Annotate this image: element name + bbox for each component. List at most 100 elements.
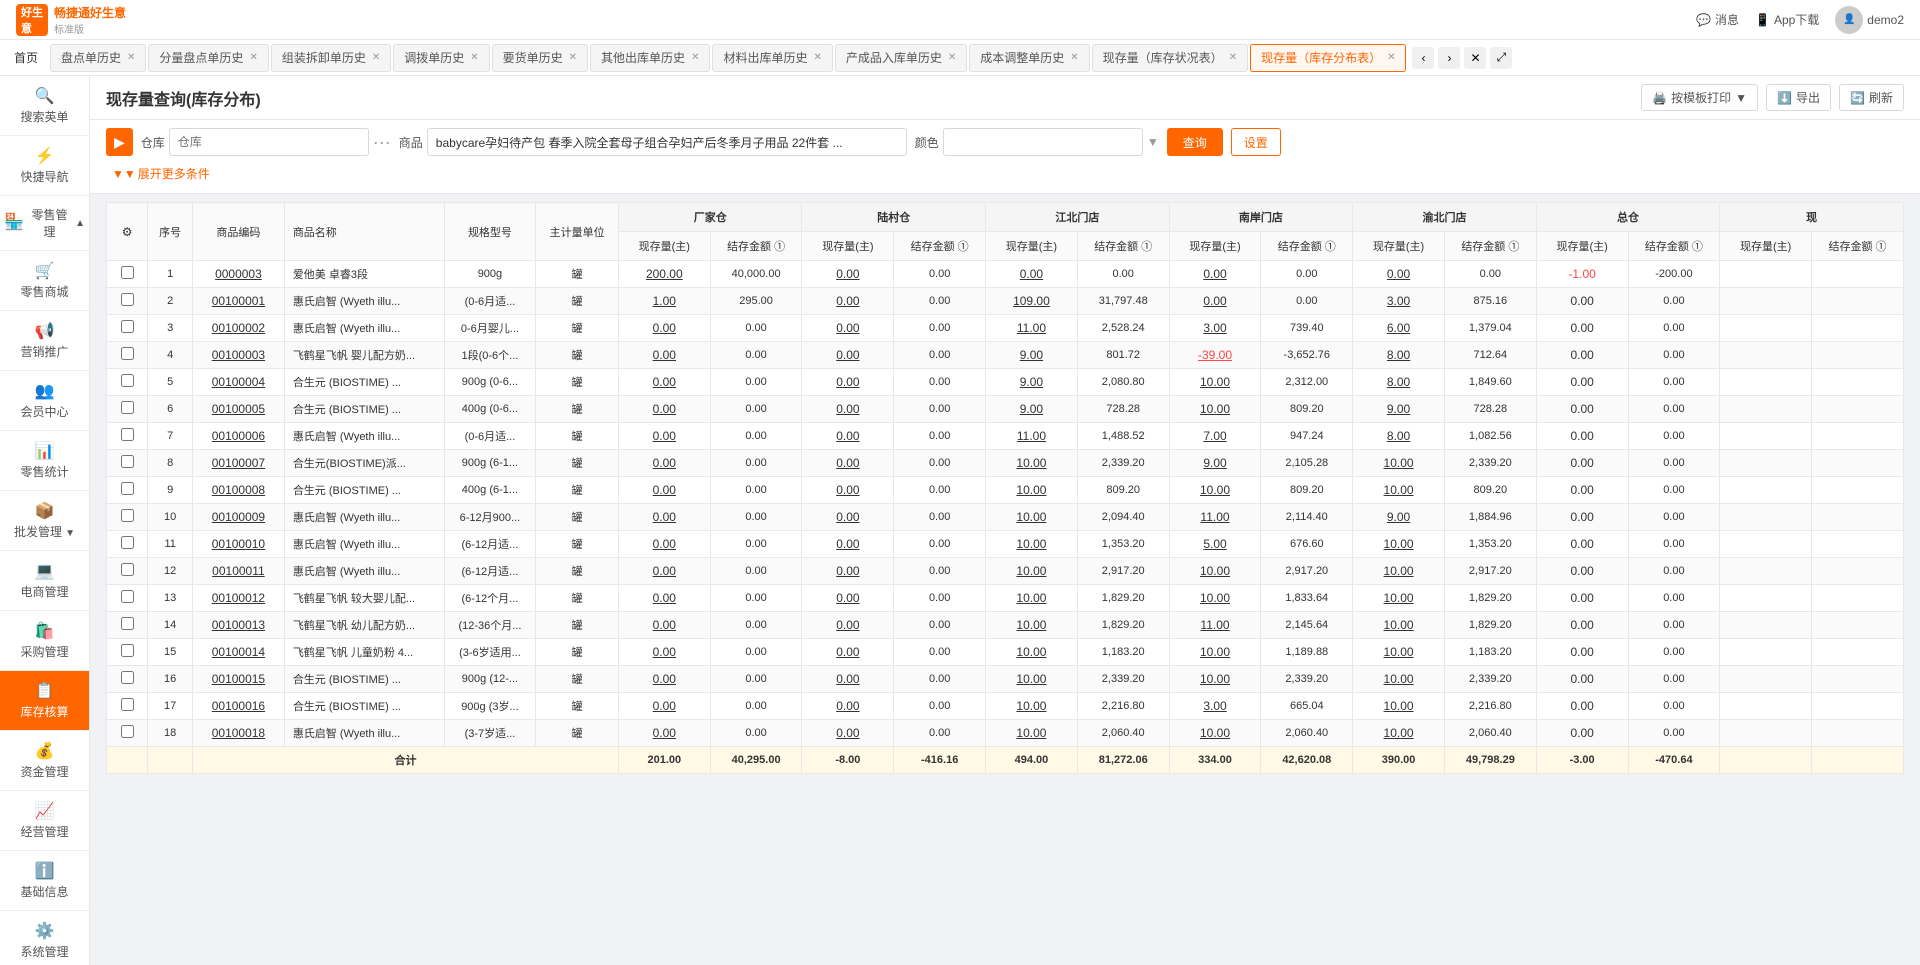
row-unit: 罐 [536,558,619,585]
row-checkbox[interactable] [107,369,148,396]
row-checkbox[interactable] [107,585,148,612]
sidebar-item-retail-mall[interactable]: 🛒 零售商城 [0,251,89,311]
row-checkbox[interactable] [107,450,148,477]
sidebar-item-retail-mgmt[interactable]: 🏪 零售管理 ▲ [0,196,89,251]
row-v-amt: 0.00 [894,288,986,315]
close-icon[interactable]: ✕ [1070,52,1078,63]
row-yb-stock: 10.00 [1353,693,1445,720]
tab-cost-adjust[interactable]: 成本调整单历史 ✕ [969,44,1089,72]
tab-other-out[interactable]: 其他出库单历史 ✕ [590,44,710,72]
sidebar-item-inventory[interactable]: 📋 库存核算 [0,671,89,731]
row-checkbox[interactable] [107,639,148,666]
tab-inventory-record[interactable]: 盘点单历史 ✕ [50,44,146,72]
tab-material-out[interactable]: 材料出库单历史 ✕ [712,44,832,72]
color-input[interactable] [943,128,1143,156]
row-checkbox[interactable] [107,261,148,288]
row-checkbox[interactable] [107,504,148,531]
close-icon[interactable]: ✕ [1387,52,1395,63]
row-checkbox[interactable] [107,396,148,423]
sidebar-item-system[interactable]: ⚙️ 系统管理 [0,911,89,965]
row-checkbox[interactable] [107,531,148,558]
sidebar-item-purchase[interactable]: 🛍️ 采购管理 [0,611,89,671]
export-btn[interactable]: ⬇️ 导出 [1766,84,1831,111]
settings-gear-icon[interactable]: ⚙ [122,225,133,239]
sidebar-item-ecommerce[interactable]: 💻 电商管理 [0,551,89,611]
sidebar-item-marketing[interactable]: 📢 营销推广 [0,311,89,371]
row-checkbox[interactable] [107,288,148,315]
tab-home[interactable]: 首页 [4,44,48,72]
row-extra2 [1812,450,1904,477]
row-extra1 [1720,639,1812,666]
goods-input[interactable] [427,128,907,156]
page-header: 现存量查询(库存分布) 🖨️ 按模板打印 ▼ ⬇️ 导出 🔄 刷新 [90,76,1920,120]
row-checkbox[interactable] [107,315,148,342]
close-icon[interactable]: ✕ [470,52,478,63]
sidebar-item-basic-info[interactable]: ℹ️ 基础信息 [0,851,89,911]
table-container: ⚙ 序号 商品编码 商品名称 规格型号 主计量单位 厂家仓 陆村仓 江北门店 南… [90,194,1920,965]
close-icon[interactable]: ✕ [813,52,821,63]
row-checkbox[interactable] [107,666,148,693]
app-sub: 标准版 [54,21,126,36]
close-icon[interactable]: ✕ [569,52,577,63]
retail-icon: 🏪 [4,212,24,232]
tab-close-all-btn[interactable]: ✕ [1464,47,1486,69]
row-t-stock: -1.00 [1536,261,1628,288]
close-icon[interactable]: ✕ [249,52,257,63]
query-btn[interactable]: 查询 [1167,128,1223,156]
close-icon[interactable]: ✕ [127,52,135,63]
user-profile[interactable]: 👤 demo2 [1835,6,1904,34]
row-spec: (6-12月适... [444,558,536,585]
sidebar-item-wholesale[interactable]: 📦 批发管理 ▼ [0,491,89,551]
row-jb-amt: 1,353.20 [1077,531,1169,558]
row-checkbox[interactable] [107,693,148,720]
row-t-stock: 0.00 [1536,531,1628,558]
row-num: 5 [148,369,193,396]
close-icon[interactable]: ✕ [948,52,956,63]
row-checkbox[interactable] [107,342,148,369]
row-f-amt: 0.00 [710,531,802,558]
app-download-btn[interactable]: 📱 App下载 [1755,11,1819,28]
sidebar-item-finance[interactable]: 💰 资金管理 [0,731,89,791]
shortcut-icon: ⚡ [4,146,85,166]
close-icon[interactable]: ✕ [372,52,380,63]
row-checkbox[interactable] [107,477,148,504]
tab-prev-btn[interactable]: ‹ [1412,47,1434,69]
row-jb-amt: 1,183.20 [1077,639,1169,666]
sidebar-item-search[interactable]: 🔍 搜索英单 [0,76,89,136]
tab-stock-status[interactable]: 现存量（库存状况表） ✕ [1092,44,1248,72]
tab-stock-dist[interactable]: 现存量（库存分布表） ✕ [1250,44,1406,72]
sidebar-item-operations[interactable]: 📈 经营管理 [0,791,89,851]
sidebar-item-retail-stats[interactable]: 📊 零售统计 [0,431,89,491]
main-layout: 🔍 搜索英单 ⚡ 快捷导航 🏪 零售管理 ▲ 🛒 零售商城 📢 营销推广 👥 会… [0,76,1920,965]
print-btn[interactable]: 🖨️ 按模板打印 ▼ [1641,84,1758,111]
tab-requisition[interactable]: 要货单历史 ✕ [492,44,588,72]
color-dropdown-icon: ▼ [1147,135,1159,149]
warehouse-input[interactable] [169,128,369,156]
row-spec: (6-12月适... [444,531,536,558]
tab-next-btn[interactable]: › [1438,47,1460,69]
tab-combo-teardown[interactable]: 组装拆卸单历史 ✕ [271,44,391,72]
close-icon[interactable]: ✕ [1229,52,1237,63]
warehouse-ellipsis[interactable]: ··· [373,132,391,153]
row-name: 惠氏启智 (Wyeth illu... [284,288,444,315]
tab-expand-btn[interactable]: ⤢ [1490,47,1512,69]
row-checkbox[interactable] [107,612,148,639]
expand-btn[interactable]: ▼▼ 展开更多条件 [106,162,1904,185]
group-total-header: 总仓 [1536,203,1720,232]
row-unit: 罐 [536,477,619,504]
row-name: 飞鹤星飞帆 婴儿配方奶... [284,342,444,369]
collapse-btn[interactable]: ▶ [106,128,133,156]
refresh-btn[interactable]: 🔄 刷新 [1839,84,1904,111]
sidebar-item-member[interactable]: 👥 会员中心 [0,371,89,431]
settings-btn[interactable]: 设置 [1231,128,1281,156]
message-btn[interactable]: 💬 消息 [1696,11,1739,28]
row-checkbox[interactable] [107,558,148,585]
row-extra1 [1720,423,1812,450]
tab-branch-inventory[interactable]: 分量盘点单历史 ✕ [148,44,268,72]
sidebar-item-shortcut[interactable]: ⚡ 快捷导航 [0,136,89,196]
row-checkbox[interactable] [107,423,148,450]
tab-product-in[interactable]: 产成品入库单历史 ✕ [835,44,967,72]
tab-transfer[interactable]: 调拨单历史 ✕ [393,44,489,72]
close-icon[interactable]: ✕ [691,52,699,63]
row-checkbox[interactable] [107,720,148,747]
